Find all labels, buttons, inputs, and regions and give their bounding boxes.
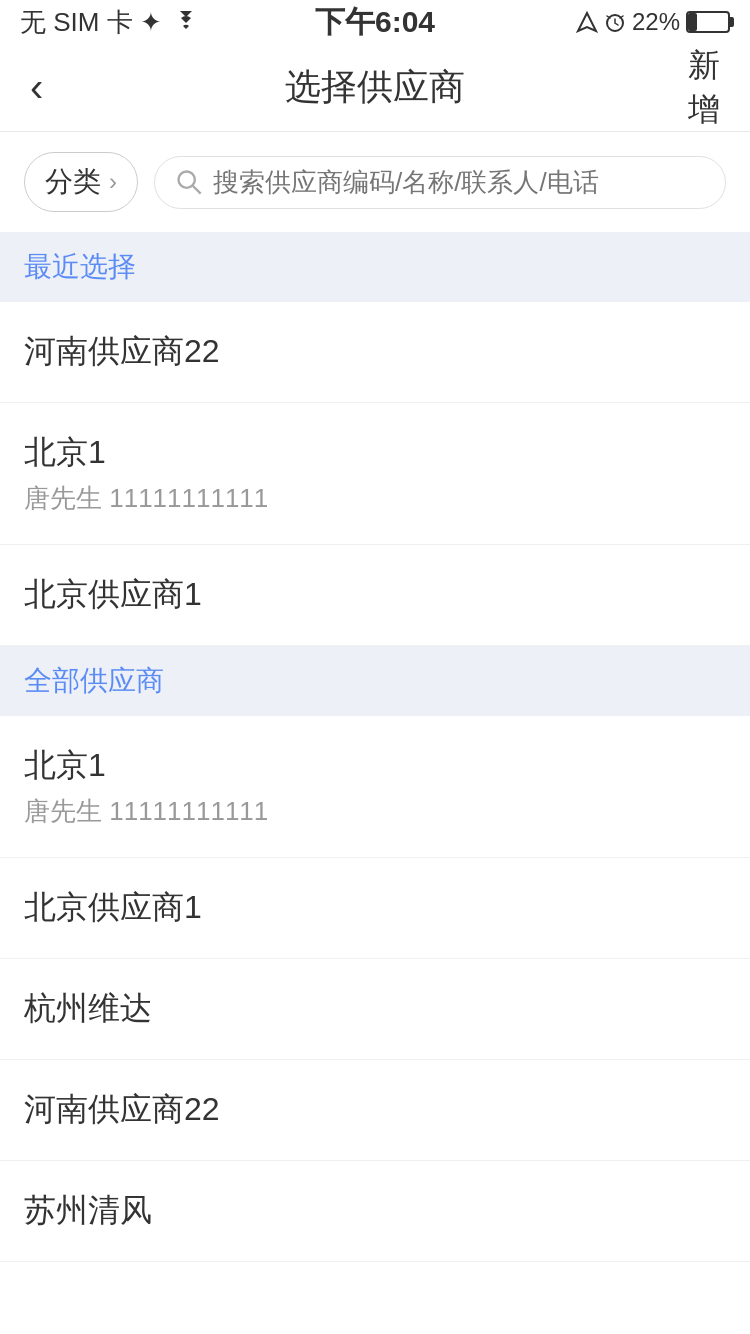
svg-point-1 <box>179 172 195 188</box>
category-button[interactable]: 分类 › <box>24 152 138 212</box>
list-item[interactable]: 河南供应商22 <box>0 1060 750 1161</box>
all-section-header: 全部供应商 <box>0 646 750 716</box>
signal-text: 无 SIM 卡 ✦ <box>20 5 162 40</box>
list-item[interactable]: 北京供应商1 <box>0 545 750 646</box>
item-name: 北京1 <box>24 431 726 475</box>
item-sub: 唐先生 11111111111 <box>24 794 726 829</box>
item-name: 杭州维达 <box>24 987 726 1031</box>
recent-section-header: 最近选择 <box>0 232 750 302</box>
item-sub: 唐先生 11111111111 <box>24 481 726 516</box>
battery-icon <box>686 11 730 33</box>
item-name: 北京供应商1 <box>24 886 726 930</box>
list-item[interactable]: 北京1 唐先生 11111111111 <box>0 403 750 545</box>
alarm-icon <box>604 11 626 33</box>
list-item[interactable]: 北京供应商1 <box>0 858 750 959</box>
status-time: 下午6:04 <box>315 2 435 43</box>
all-section-label: 全部供应商 <box>24 665 164 696</box>
filter-bar: 分类 › <box>0 132 750 232</box>
all-items-list: 北京1 唐先生 11111111111 北京供应商1 杭州维达 河南供应商22 … <box>0 716 750 1262</box>
list-item[interactable]: 北京1 唐先生 11111111111 <box>0 716 750 858</box>
status-left: 无 SIM 卡 ✦ <box>20 5 202 40</box>
add-button[interactable]: 新增 <box>660 44 720 132</box>
category-label: 分类 <box>45 163 101 201</box>
nav-bar: ‹ 选择供应商 新增 <box>0 44 750 132</box>
item-name: 苏州清风 <box>24 1189 726 1233</box>
item-name: 北京1 <box>24 744 726 788</box>
search-icon <box>175 168 203 196</box>
page-title: 选择供应商 <box>285 63 465 112</box>
list-item[interactable]: 杭州维达 <box>0 959 750 1060</box>
svg-line-2 <box>193 186 201 194</box>
item-name: 河南供应商22 <box>24 1088 726 1132</box>
recent-section-label: 最近选择 <box>24 251 136 282</box>
status-right: 22% <box>576 8 730 36</box>
status-bar: 无 SIM 卡 ✦ 下午6:04 22% <box>0 0 750 44</box>
list-item[interactable]: 河南供应商22 <box>0 302 750 403</box>
search-input[interactable] <box>213 167 705 198</box>
back-button[interactable]: ‹ <box>30 65 90 110</box>
chevron-right-icon: › <box>109 168 117 196</box>
item-name: 河南供应商22 <box>24 330 726 374</box>
recent-items-list: 河南供应商22 北京1 唐先生 11111111111 北京供应商1 <box>0 302 750 646</box>
battery-text: 22% <box>632 8 680 36</box>
location-icon <box>576 11 598 33</box>
search-box <box>154 156 726 209</box>
item-name: 北京供应商1 <box>24 573 726 617</box>
wifi-icon <box>170 11 202 33</box>
list-item[interactable]: 苏州清风 <box>0 1161 750 1262</box>
